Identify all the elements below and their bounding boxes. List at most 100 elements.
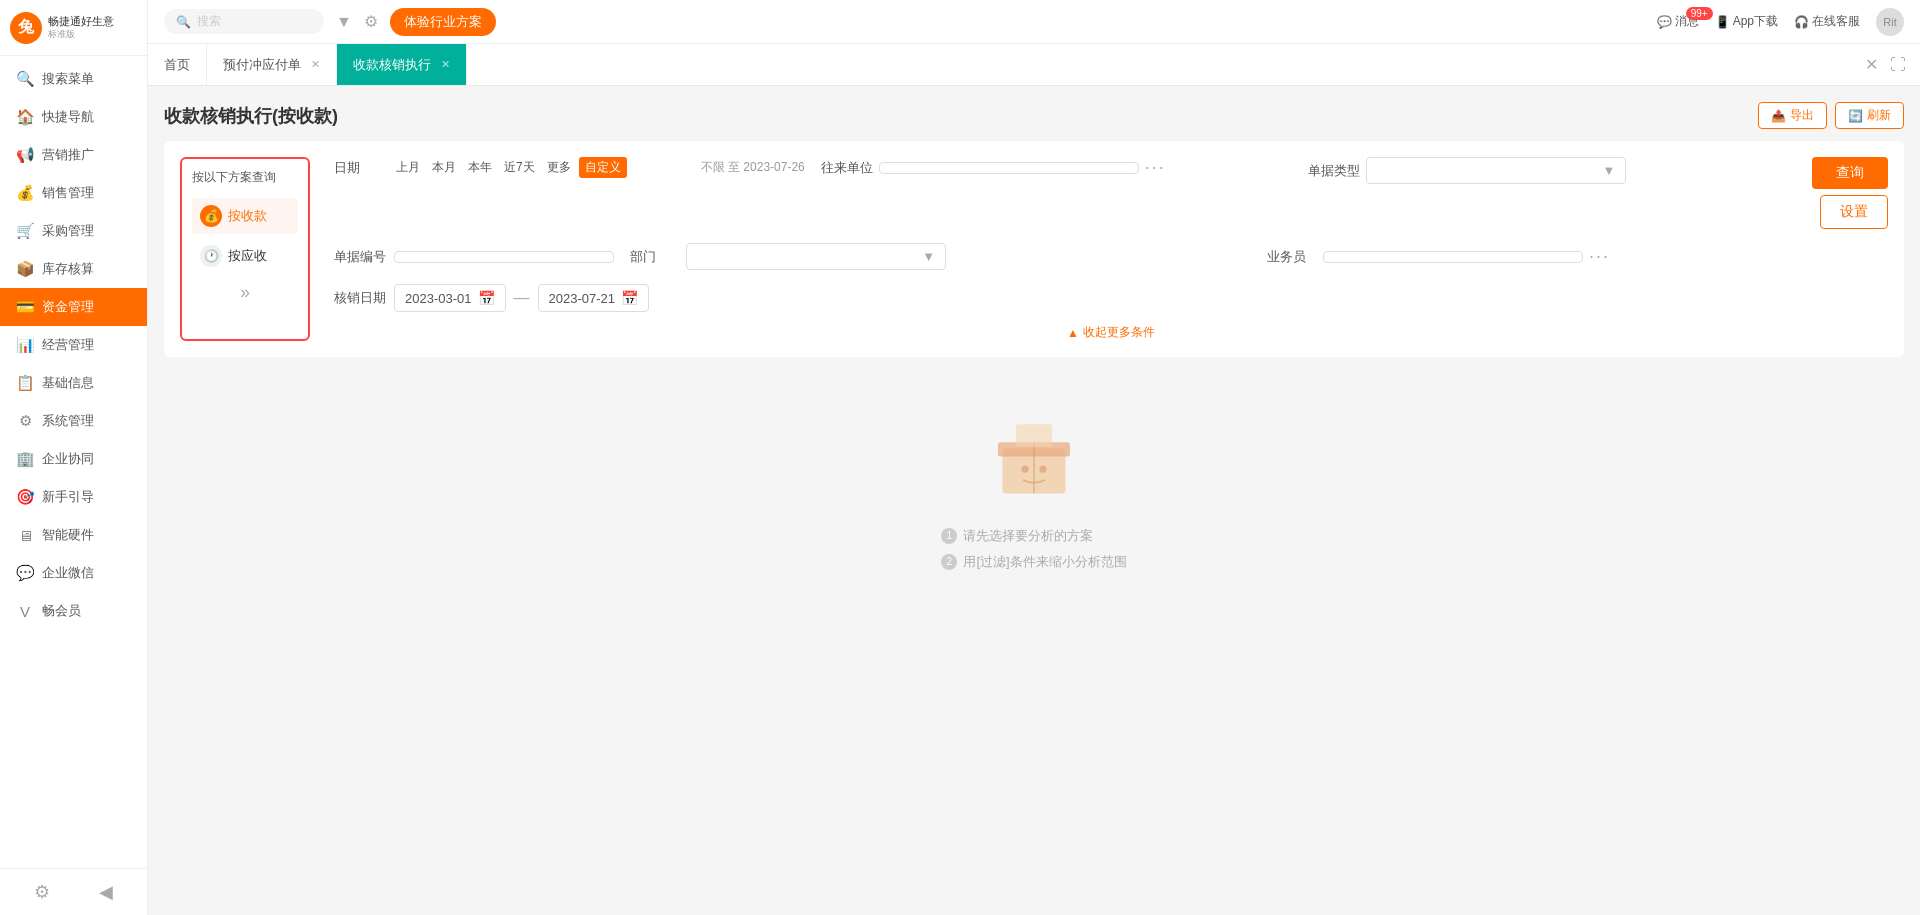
wechat-label: 企业微信 (42, 564, 94, 582)
message-icon-area[interactable]: 💬 消息 99+ (1657, 13, 1699, 30)
sidebar-item-purchase[interactable]: 🛒采购管理 (0, 212, 147, 250)
service-icon: 🎧 (1794, 15, 1809, 29)
empty-hints: 1 请先选择要分析的方案 2 用[过滤]条件来缩小分析范围 (941, 523, 1126, 575)
dept-label: 部门 (630, 248, 680, 266)
sidebar-item-search-menu[interactable]: 🔍搜索菜单 (0, 60, 147, 98)
dept-select[interactable]: ▼ (686, 243, 946, 270)
sidebar-item-hardware[interactable]: 🖥智能硬件 (0, 516, 147, 554)
sidebar-item-quick-nav[interactable]: 🏠快捷导航 (0, 98, 147, 136)
counterpart-dots[interactable]: ··· (1145, 157, 1166, 178)
writeoff-date-range: 2023-03-01 📅 — 2023-07-21 📅 (394, 284, 649, 312)
collapse-sidebar-icon[interactable]: ◀ (99, 881, 113, 903)
cal-icon-from[interactable]: 📅 (478, 290, 495, 306)
settings-bottom-icon[interactable]: ⚙ (34, 881, 50, 903)
refresh-button[interactable]: 🔄 刷新 (1835, 102, 1904, 129)
date-this-year[interactable]: 本年 (464, 157, 496, 178)
date-custom[interactable]: 自定义 (579, 157, 627, 178)
enterprise-icon: 🏢 (16, 450, 34, 468)
tab-receipts-close[interactable]: ✕ (441, 58, 450, 71)
logo-icon: 兔 (10, 12, 42, 44)
header-gear-icon[interactable]: ⚙ (364, 12, 378, 31)
tab-expand-btn[interactable]: ⛶ (1884, 52, 1912, 78)
date-7days[interactable]: 近7天 (500, 157, 539, 178)
filter-panel: 按以下方案查询 💰 按收款 🕐 按应收 » 日期 (164, 141, 1904, 357)
hardware-label: 智能硬件 (42, 526, 94, 544)
date-label: 日期 (334, 159, 384, 177)
tab-home[interactable]: 首页 (148, 44, 207, 85)
sidebar-item-system[interactable]: ⚙系统管理 (0, 402, 147, 440)
tab-actions: ✕ ⛶ (1859, 51, 1920, 78)
message-icon: 💬 (1657, 15, 1672, 29)
date-last-month[interactable]: 上月 (392, 157, 424, 178)
top-header: 🔍 搜索 ▼ ⚙ 体验行业方案 💬 消息 99+ 📱 App下载 🎧 在线客服 … (148, 0, 1920, 44)
sales-rep-input[interactable] (1323, 251, 1583, 263)
avatar: Rit (1876, 8, 1904, 36)
writeoff-date-label: 核销日期 (334, 289, 386, 307)
filter-left-title: 按以下方案查询 (192, 169, 298, 186)
doc-type-label: 单据类型 (1308, 162, 1360, 180)
collapse-filter-btn[interactable]: » (192, 282, 298, 303)
sidebar-item-marketing[interactable]: 📢营销推广 (0, 136, 147, 174)
setting-button[interactable]: 设置 (1820, 195, 1888, 229)
sidebar-item-business[interactable]: 📊经营管理 (0, 326, 147, 364)
tab-prepay-close[interactable]: ✕ (311, 58, 320, 71)
date-tabs: 上月 本月 本年 近7天 更多 自定义 (392, 157, 627, 178)
tab-prepay[interactable]: 预付冲应付单 ✕ (207, 44, 337, 85)
page-header: 收款核销执行(按收款) 📤 导出 🔄 刷新 (164, 102, 1904, 129)
logo-text: 畅捷通好生意 (48, 14, 114, 28)
search-menu-icon: 🔍 (16, 70, 34, 88)
date-more[interactable]: 更多 (543, 157, 575, 178)
tab-close-btn[interactable]: ✕ (1859, 51, 1884, 78)
svg-point-4 (1021, 466, 1028, 473)
by-receivable-label: 按应收 (228, 247, 267, 265)
tab-receipts[interactable]: 收款核销执行 ✕ (337, 44, 467, 85)
finance-icon: 💳 (16, 298, 34, 316)
logo-area: 兔 畅捷通好生意 标准版 (0, 0, 147, 56)
export-icon: 📤 (1771, 109, 1786, 123)
basic-info-icon: 📋 (16, 374, 34, 392)
sales-rep-label: 业务员 (1267, 248, 1317, 266)
sidebar-item-inventory[interactable]: 📦库存核算 (0, 250, 147, 288)
app-download-link[interactable]: 📱 App下载 (1715, 13, 1778, 30)
writeoff-date-from[interactable]: 2023-03-01 📅 (394, 284, 506, 312)
svg-rect-3 (1016, 424, 1052, 447)
doc-num-input[interactable] (394, 251, 614, 263)
online-service-link[interactable]: 🎧 在线客服 (1794, 13, 1860, 30)
sidebar-bottom: ⚙ ◀ (0, 868, 147, 915)
sidebar-item-basic-info[interactable]: 📋基础信息 (0, 364, 147, 402)
doc-type-select[interactable]: ▼ (1366, 157, 1626, 184)
counterpart-label: 往来单位 (821, 159, 873, 177)
quick-nav-label: 快捷导航 (42, 108, 94, 126)
filter-by-receipt[interactable]: 💰 按收款 (192, 198, 298, 234)
sidebar-item-finance[interactable]: 💳 资金管理 (0, 288, 147, 326)
sidebar-item-sales[interactable]: 💰销售管理 (0, 174, 147, 212)
writeoff-date-to[interactable]: 2023-07-21 📅 (538, 284, 650, 312)
enterprise-label: 企业协同 (42, 450, 94, 468)
hint-item-2: 2 用[过滤]条件来缩小分析范围 (941, 549, 1126, 575)
guide-icon: 🎯 (16, 488, 34, 506)
query-button[interactable]: 查询 (1812, 157, 1888, 189)
date-this-month[interactable]: 本月 (428, 157, 460, 178)
sidebar-item-member[interactable]: V畅会员 (0, 592, 147, 630)
marketing-label: 营销推广 (42, 146, 94, 164)
wechat-icon: 💬 (16, 564, 34, 582)
hint-num-1: 1 (941, 528, 957, 544)
solution-button[interactable]: 体验行业方案 (390, 8, 496, 36)
hint-item-1: 1 请先选择要分析的方案 (941, 523, 1126, 549)
filter-by-receivable[interactable]: 🕐 按应收 (192, 238, 298, 274)
header-dropdown-icon[interactable]: ▼ (336, 13, 352, 31)
finance-label: 资金管理 (42, 298, 94, 316)
sales-rep-dots[interactable]: ··· (1589, 246, 1610, 267)
sidebar-item-enterprise[interactable]: 🏢 企业协同 (0, 440, 147, 478)
sidebar-item-wechat[interactable]: 💬 企业微信 (0, 554, 147, 592)
collapse-more-icon: ▲ (1067, 326, 1079, 340)
cal-icon-to[interactable]: 📅 (621, 290, 638, 306)
export-button[interactable]: 📤 导出 (1758, 102, 1827, 129)
collapse-more-btn[interactable]: ▲ 收起更多条件 (334, 324, 1888, 341)
user-avatar[interactable]: Rit (1876, 8, 1904, 36)
header-search[interactable]: 🔍 搜索 (164, 9, 324, 34)
counterpart-input[interactable] (879, 162, 1139, 174)
sidebar-nav: 🔍搜索菜单🏠快捷导航📢营销推广💰销售管理🛒采购管理📦库存核算 💳 资金管理 📊经营管理… (0, 56, 147, 868)
search-placeholder: 搜索 (197, 13, 221, 30)
sidebar-item-guide[interactable]: 🎯新手引导 (0, 478, 147, 516)
